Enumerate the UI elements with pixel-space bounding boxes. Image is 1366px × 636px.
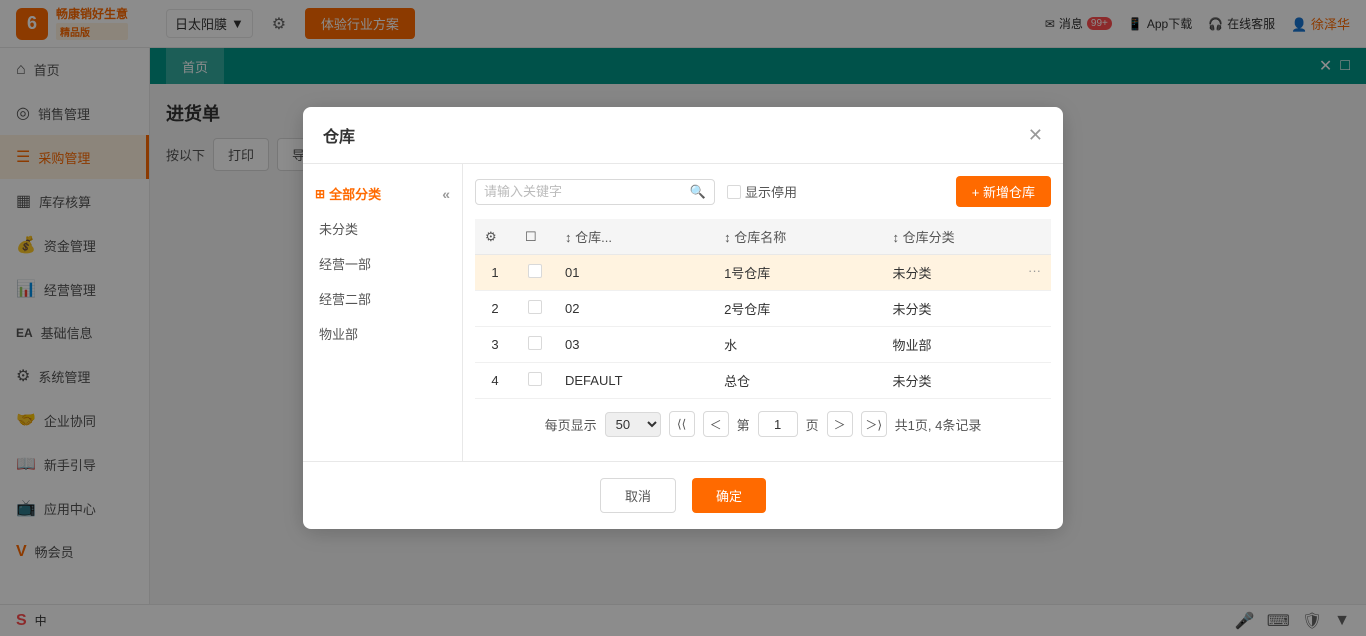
- add-warehouse-button[interactable]: + 新增仓库: [956, 176, 1051, 207]
- row-num: 2: [475, 291, 515, 327]
- row-checkbox-cell[interactable]: [515, 255, 555, 291]
- row-checkbox[interactable]: [528, 336, 542, 350]
- row-checkbox[interactable]: [528, 264, 542, 278]
- row-code: 03: [555, 327, 714, 363]
- next-page-button[interactable]: ＞: [827, 411, 853, 437]
- dialog-title: 仓库: [323, 123, 355, 147]
- table-row[interactable]: 2 02 2号仓库 未分类: [475, 291, 1051, 327]
- category-sidebar: ⊞ 全部分类 « 未分类 经营一部 经营二部 物业部: [303, 164, 463, 461]
- row-category: 物业部: [883, 327, 1051, 363]
- warehouse-table: ⚙ ☐ ↕ 仓库... ↕ 仓库名称: [475, 219, 1051, 399]
- search-input[interactable]: [484, 184, 690, 199]
- cancel-button[interactable]: 取消: [600, 478, 676, 513]
- row-checkbox-cell[interactable]: [515, 291, 555, 327]
- page-label: 第: [737, 415, 750, 434]
- row-name: 总仓: [714, 363, 882, 399]
- show-disabled-toggle[interactable]: 显示停用: [727, 182, 797, 201]
- per-page-select[interactable]: 50 10 20 100: [605, 412, 661, 437]
- row-checkbox-cell[interactable]: [515, 327, 555, 363]
- dialog-close-button[interactable]: ✕: [1028, 125, 1043, 146]
- table-toolbar: 🔍 显示停用 + 新增仓库: [475, 176, 1051, 207]
- more-button[interactable]: ···: [1028, 263, 1041, 278]
- row-category: 未分类: [883, 363, 1051, 399]
- all-categories-label[interactable]: 全部分类: [329, 184, 381, 203]
- warehouse-dialog: 仓库 ✕ ⊞ 全部分类 « 未分类 经营一部 经营二部 物业部: [303, 107, 1063, 529]
- col-name: ↕ 仓库名称: [714, 219, 882, 255]
- dialog-footer: 取消 确定: [303, 461, 1063, 529]
- dialog-header: 仓库 ✕: [303, 107, 1063, 164]
- col-settings[interactable]: ⚙: [475, 219, 515, 255]
- row-category: 未分类: [883, 291, 1051, 327]
- row-num: 4: [475, 363, 515, 399]
- category-header: ⊞ 全部分类 «: [303, 176, 462, 211]
- row-checkbox-cell[interactable]: [515, 363, 555, 399]
- last-page-button[interactable]: ＞⟩: [861, 411, 887, 437]
- row-num: 1: [475, 255, 515, 291]
- col-category: ↕ 仓库分类: [883, 219, 1051, 255]
- page-number-input[interactable]: [758, 411, 798, 437]
- confirm-button[interactable]: 确定: [692, 478, 766, 513]
- row-category: 未分类 ···: [883, 255, 1051, 291]
- cat-item-property[interactable]: 物业部: [303, 316, 462, 351]
- search-box: 🔍: [475, 179, 715, 205]
- collapse-button[interactable]: «: [442, 186, 450, 202]
- table-scroll[interactable]: ⚙ ☐ ↕ 仓库... ↕ 仓库名称: [475, 219, 1051, 399]
- table-row[interactable]: 4 DEFAULT 总仓 未分类: [475, 363, 1051, 399]
- cat-item-unclassified[interactable]: 未分类: [303, 211, 462, 246]
- row-code: 02: [555, 291, 714, 327]
- row-code: DEFAULT: [555, 363, 714, 399]
- row-name: 2号仓库: [714, 291, 882, 327]
- table-row[interactable]: 1 01 1号仓库 未分类 ···: [475, 255, 1051, 291]
- row-checkbox[interactable]: [528, 372, 542, 386]
- per-page-label: 每页显示: [545, 415, 597, 434]
- show-disabled-label: 显示停用: [745, 182, 797, 201]
- total-info: 共1页, 4条记录: [895, 415, 982, 434]
- search-icon[interactable]: 🔍: [690, 184, 706, 200]
- disabled-checkbox[interactable]: [727, 185, 741, 199]
- prev-page-button[interactable]: ＜: [703, 411, 729, 437]
- cat-item-operation2[interactable]: 经营二部: [303, 281, 462, 316]
- col-checkbox[interactable]: ☐: [515, 219, 555, 255]
- page-end-label: 页: [806, 415, 819, 434]
- col-code: ↕ 仓库...: [555, 219, 714, 255]
- table-area: 🔍 显示停用 + 新增仓库 ⚙ ☐: [463, 164, 1063, 461]
- grid-icon: ⊞: [315, 187, 325, 201]
- dialog-body: ⊞ 全部分类 « 未分类 经营一部 经营二部 物业部 🔍: [303, 164, 1063, 461]
- row-code: 01: [555, 255, 714, 291]
- row-num: 3: [475, 327, 515, 363]
- table-header-row: ⚙ ☐ ↕ 仓库... ↕ 仓库名称: [475, 219, 1051, 255]
- table-row[interactable]: 3 03 水 物业部: [475, 327, 1051, 363]
- row-checkbox[interactable]: [528, 300, 542, 314]
- row-name: 水: [714, 327, 882, 363]
- cat-item-operation1[interactable]: 经营一部: [303, 246, 462, 281]
- first-page-button[interactable]: ⟨⟨: [669, 411, 695, 437]
- pagination: 每页显示 50 10 20 100 ⟨⟨ ＜ 第 页 ＞ ＞⟩ 共1页, 4条记…: [475, 399, 1051, 449]
- modal-overlay: 仓库 ✕ ⊞ 全部分类 « 未分类 经营一部 经营二部 物业部: [0, 0, 1366, 636]
- row-name: 1号仓库: [714, 255, 882, 291]
